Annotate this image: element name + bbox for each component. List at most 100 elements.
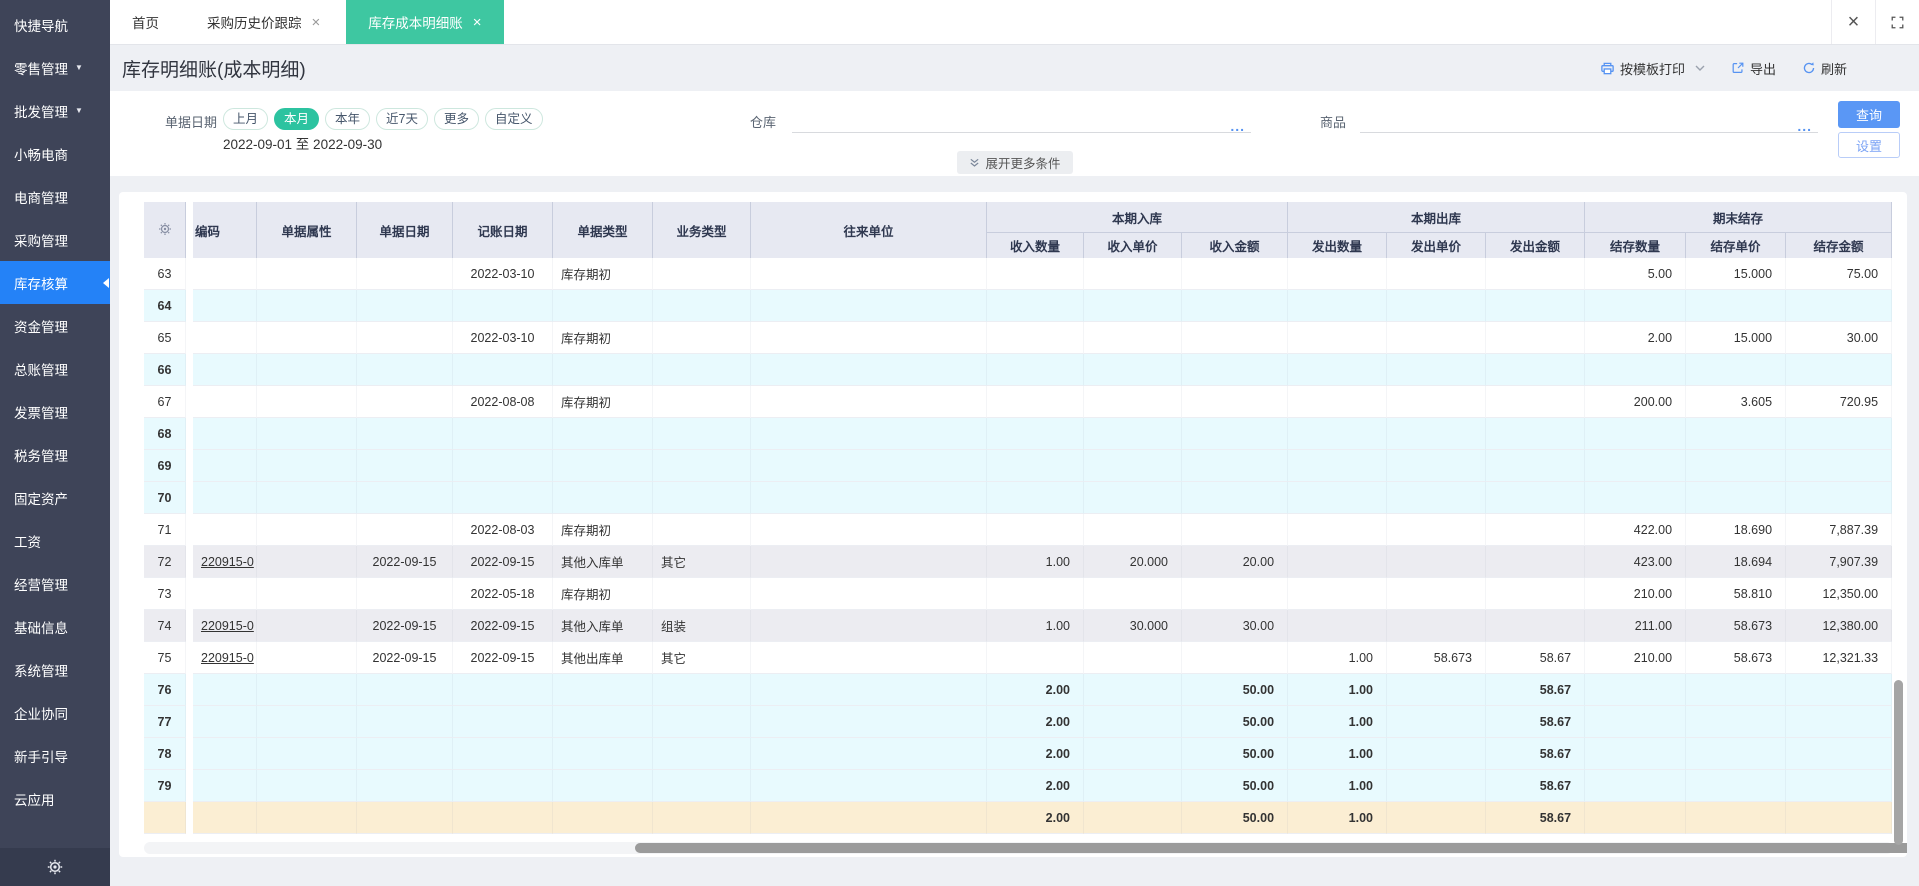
close-window-icon[interactable]: × xyxy=(1831,0,1875,44)
table-row[interactable]: 74 220915-0 2022-09-15 2022-09-15 其他入库单 组装 1.0… xyxy=(144,610,1893,642)
table-row[interactable]: 66 xyxy=(144,354,1893,386)
table-row[interactable]: 79 2.00 50.00 1.00 58.67 xyxy=(144,770,1893,802)
table-row[interactable]: 69 xyxy=(144,450,1893,482)
warehouse-input[interactable]: ... xyxy=(792,109,1251,133)
tab-close-icon[interactable]: × xyxy=(473,15,482,30)
header-biz-type: 业务类型 xyxy=(653,202,751,258)
date-pill[interactable]: 自定义 xyxy=(485,108,543,131)
cell-book_date: 2022-09-15 xyxy=(453,546,553,578)
cell-bal_amt: 12,380.00 xyxy=(1786,610,1893,642)
table-row[interactable]: 64 xyxy=(144,290,1893,322)
sidebar-item[interactable]: 企业协同 xyxy=(0,691,110,734)
sidebar-item[interactable]: 基础信息 xyxy=(0,605,110,648)
table-row[interactable]: 65 2022-03-10 库存期初 2.00 15.000 30.00 xyxy=(144,322,1893,354)
cell-bal_price: 58.673 xyxy=(1686,610,1787,642)
horizontal-scrollbar-thumb[interactable] xyxy=(635,843,1907,853)
date-pill[interactable]: 本年 xyxy=(325,108,371,131)
cell-biz_type xyxy=(653,322,751,354)
sidebar-item-label: 采购管理 xyxy=(14,233,68,249)
table-row[interactable]: 71 2022-08-03 库存期初 422.00 18.690 7,887.39 xyxy=(144,514,1893,546)
product-more-icon[interactable]: ... xyxy=(1797,119,1818,133)
table-row[interactable]: 77 2.00 50.00 1.00 58.67 xyxy=(144,706,1893,738)
cell-partner xyxy=(751,802,987,834)
horizontal-scrollbar[interactable] xyxy=(144,842,1907,854)
frozen-divider xyxy=(186,450,193,482)
date-pill[interactable]: 上月 xyxy=(223,108,269,131)
table-row[interactable]: 75 220915-0 2022-09-15 2022-09-15 其他出库单 其它 1.0… xyxy=(144,642,1893,674)
warehouse-more-icon[interactable]: ... xyxy=(1230,119,1251,133)
sidebar-item[interactable]: 采购管理 xyxy=(0,218,110,261)
sidebar-item[interactable]: 工资 xyxy=(0,519,110,562)
sidebar-item[interactable]: 固定资产 xyxy=(0,476,110,519)
sidebar-item[interactable]: 发票管理 xyxy=(0,390,110,433)
sidebar-item[interactable]: 批发管理 ▼ xyxy=(0,89,110,132)
code-link[interactable]: 220915-0 xyxy=(201,651,254,665)
cell-in_amt xyxy=(1182,386,1289,418)
query-button[interactable]: 查询 xyxy=(1838,101,1900,128)
chevron-down-icon[interactable] xyxy=(1695,65,1705,71)
sidebar-item[interactable]: 经营管理 xyxy=(0,562,110,605)
tab-close-icon[interactable]: × xyxy=(312,15,321,30)
tab[interactable]: 采购历史价跟踪 × xyxy=(185,0,342,44)
sidebar-item[interactable]: 云应用 xyxy=(0,777,110,820)
table-row[interactable]: 78 2.00 50.00 1.00 58.67 xyxy=(144,738,1893,770)
table-row[interactable]: 67 2022-08-08 库存期初 200.00 3.605 720.95 xyxy=(144,386,1893,418)
header-in-qty: 收入数量 xyxy=(987,233,1084,258)
cell-num: 63 xyxy=(144,258,186,290)
settings-button[interactable]: 设置 xyxy=(1838,132,1900,158)
cell-code xyxy=(193,738,257,770)
date-pill[interactable]: 更多 xyxy=(434,108,480,131)
product-input[interactable]: ... xyxy=(1360,109,1818,133)
table-row[interactable]: 73 2022-05-18 库存期初 210.00 58.810 12,350.00 xyxy=(144,578,1893,610)
refresh-button[interactable]: 刷新 xyxy=(1802,59,1847,78)
cell-book_date xyxy=(453,706,553,738)
table-row[interactable]: 68 xyxy=(144,418,1893,450)
date-pill[interactable]: 近7天 xyxy=(376,108,428,131)
date-range-text: 2022-09-01 至 2022-09-30 xyxy=(223,137,383,152)
cell-code: 220915-0 xyxy=(193,546,257,578)
active-arrow-icon xyxy=(103,277,109,288)
cell-in_qty xyxy=(987,514,1084,546)
table-row[interactable]: 72 220915-0 2022-09-15 2022-09-15 其他入库单 其它 1.0… xyxy=(144,546,1893,578)
tab-list: 首页 采购历史价跟踪 × 库存成本明细账 × xyxy=(110,0,508,44)
frozen-divider xyxy=(186,418,193,450)
tab[interactable]: 首页 xyxy=(110,0,181,44)
export-button[interactable]: 导出 xyxy=(1731,59,1776,78)
column-settings-button[interactable] xyxy=(144,202,186,258)
cell-biz_type xyxy=(653,450,751,482)
sidebar-item[interactable]: 税务管理 xyxy=(0,433,110,476)
sidebar-item[interactable]: 电商管理 xyxy=(0,175,110,218)
table-row[interactable]: 70 xyxy=(144,482,1893,514)
vertical-scrollbar-thumb[interactable] xyxy=(1894,680,1903,845)
tab[interactable]: 库存成本明细账 × xyxy=(346,0,504,44)
sidebar-item[interactable]: 系统管理 xyxy=(0,648,110,691)
sidebar-item-label: 小畅电商 xyxy=(14,147,68,163)
cell-bal_price xyxy=(1686,738,1787,770)
code-link[interactable]: 220915-0 xyxy=(201,555,254,569)
print-button[interactable]: 按模板打印 xyxy=(1600,59,1705,78)
sidebar-item[interactable]: 资金管理 xyxy=(0,304,110,347)
cell-doc_date xyxy=(357,738,453,770)
code-link[interactable]: 220915-0 xyxy=(201,619,254,633)
table-row[interactable]: 76 2.00 50.00 1.00 58.67 xyxy=(144,674,1893,706)
sidebar-item[interactable]: 快捷导航 xyxy=(0,3,110,46)
cell-out_price xyxy=(1387,482,1487,514)
sidebar-item[interactable]: 库存核算 xyxy=(0,261,110,304)
cell-bal_price xyxy=(1686,706,1787,738)
table-row[interactable]: 2.00 50.00 1.00 58.67 xyxy=(144,802,1893,834)
cell-num: 69 xyxy=(144,450,186,482)
table-row[interactable]: 63 2022-03-10 库存期初 5.00 15.000 75.00 xyxy=(144,258,1893,290)
sidebar-settings-button[interactable] xyxy=(0,848,110,886)
sidebar-item[interactable]: 新手引导 xyxy=(0,734,110,777)
cell-doc_type: 库存期初 xyxy=(553,258,653,290)
sidebar-item[interactable]: 总账管理 xyxy=(0,347,110,390)
sidebar-item[interactable]: 零售管理 ▼ xyxy=(0,46,110,89)
sidebar-item-label: 新手引导 xyxy=(14,749,68,765)
cell-in_price xyxy=(1084,354,1182,386)
frozen-divider xyxy=(186,290,193,322)
cell-biz_type: 组装 xyxy=(653,610,751,642)
expand-more-button[interactable]: 展开更多条件 xyxy=(956,151,1073,174)
sidebar-item[interactable]: 小畅电商 xyxy=(0,132,110,175)
date-pill[interactable]: 本月 xyxy=(274,108,320,131)
fullscreen-icon[interactable] xyxy=(1875,0,1919,44)
